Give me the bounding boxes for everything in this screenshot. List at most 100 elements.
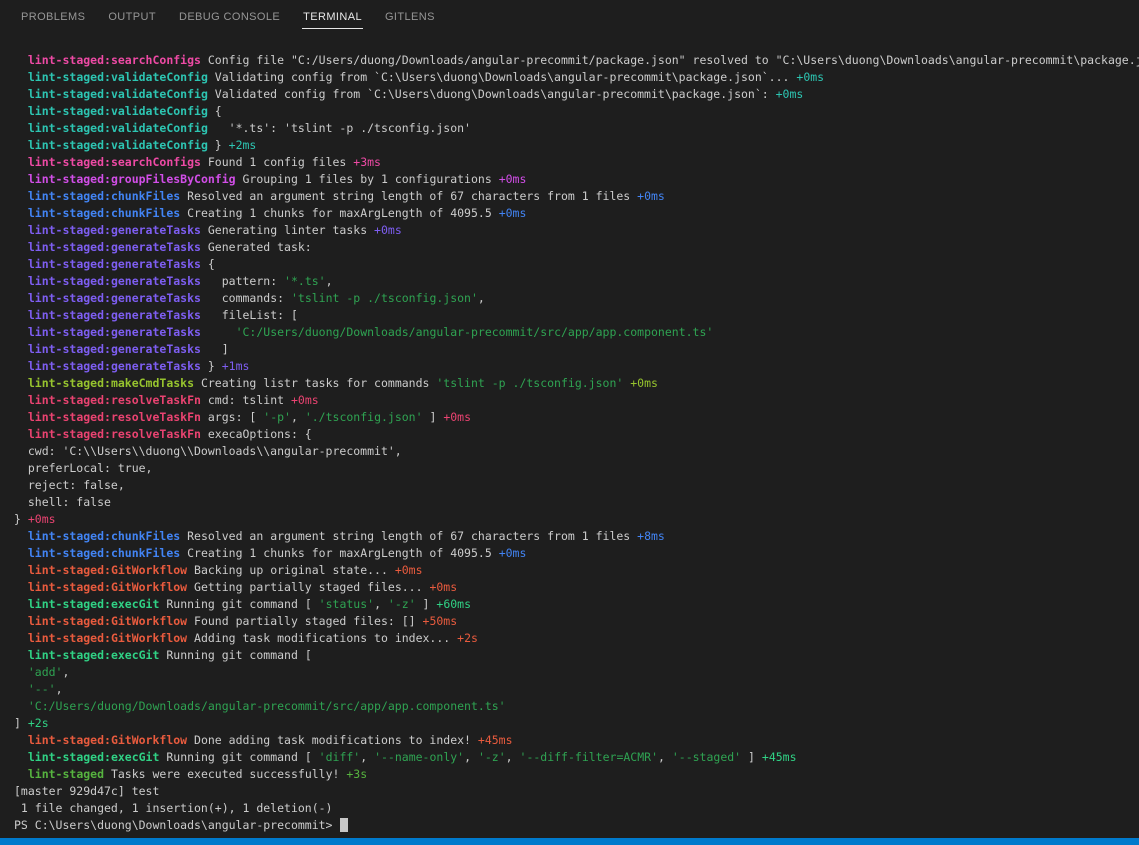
log-text: Validated config from `C:\Users\duong\Do…	[207, 87, 776, 101]
terminal-line: PS C:\Users\duong\Downloads\angular-prec…	[14, 817, 1139, 834]
log-label: lint-staged:execGit	[27, 597, 160, 611]
log-timing: +60ms	[436, 597, 472, 611]
log-label: lint-staged:generateTasks	[27, 240, 201, 254]
log-label: lint-staged:validateConfig	[27, 138, 208, 152]
log-text: Resolved an argument string length of 67…	[180, 529, 638, 543]
log-label: lint-staged:generateTasks	[27, 308, 201, 322]
terminal-line: lint-staged:generateTasks Generated task…	[14, 239, 1139, 256]
log-timing: +0ms	[290, 393, 319, 407]
log-label: lint-staged	[27, 767, 105, 781]
log-label: lint-staged:validateConfig	[27, 121, 208, 135]
log-text: Found partially staged files: []	[187, 614, 423, 628]
log-label: lint-staged:GitWorkflow	[27, 580, 188, 594]
terminal-line: lint-staged Tasks were executed successf…	[14, 766, 1139, 783]
tab-gitlens[interactable]: GITLENS	[384, 7, 436, 29]
log-text: [master 929d47c] test	[14, 784, 160, 798]
log-timing: +3ms	[353, 155, 381, 169]
terminal-line: lint-staged:execGit Running git command …	[14, 647, 1139, 664]
log-label: lint-staged:chunkFiles	[27, 206, 181, 220]
log-timing: +8ms	[637, 529, 665, 543]
terminal-line: lint-staged:generateTasks fileList: [	[14, 307, 1139, 324]
log-text: Creating 1 chunks for maxArgLength of 40…	[180, 206, 499, 220]
log-string: 'diff'	[318, 750, 361, 764]
log-text: Grouping 1 files by 1 configurations	[235, 172, 499, 186]
log-label: lint-staged:validateConfig	[27, 87, 208, 101]
log-label: lint-staged:generateTasks	[27, 342, 201, 356]
tab-terminal[interactable]: TERMINAL	[302, 7, 363, 29]
log-timing: +2s	[457, 631, 478, 645]
log-text: commands:	[200, 291, 291, 305]
tab-output[interactable]: OUTPUT	[107, 7, 157, 29]
tab-debug-console[interactable]: DEBUG CONSOLE	[178, 7, 281, 29]
terminal-line: shell: false	[14, 494, 1139, 511]
tab-problems[interactable]: PROBLEMS	[20, 7, 86, 29]
terminal-line: lint-staged:chunkFiles Resolved an argum…	[14, 528, 1139, 545]
log-label: lint-staged:searchConfigs	[27, 53, 201, 67]
terminal-line: lint-staged:searchConfigs Found 1 config…	[14, 154, 1139, 171]
terminal-line: lint-staged:GitWorkflow Adding task modi…	[14, 630, 1139, 647]
terminal-line: reject: false,	[14, 477, 1139, 494]
panel-tabbar: PROBLEMS OUTPUT DEBUG CONSOLE TERMINAL GITLE…	[0, 0, 1139, 36]
log-label: lint-staged:generateTasks	[27, 325, 201, 339]
log-timing: +0ms	[498, 546, 527, 560]
terminal-line: } +0ms	[14, 511, 1139, 528]
log-text: ,	[374, 597, 388, 611]
log-string: '*.ts'	[284, 274, 326, 288]
terminal-line: lint-staged:validateConfig {	[14, 103, 1139, 120]
log-text: ,	[658, 750, 672, 764]
log-text: Config file "C:/Users/duong/Downloads/an…	[200, 53, 1139, 67]
log-text: ,	[55, 682, 63, 696]
terminal-line: lint-staged:chunkFiles Resolved an argum…	[14, 188, 1139, 205]
log-text: }	[200, 359, 222, 373]
log-text: Done adding task modifications to index!	[187, 733, 478, 747]
terminal-cursor	[340, 818, 349, 832]
terminal-line: lint-staged:validateConfig Validating co…	[14, 69, 1139, 86]
log-text: shell: false	[14, 495, 111, 509]
log-text: ]	[14, 716, 28, 730]
log-label: lint-staged:generateTasks	[27, 257, 201, 271]
log-text: fileList: [	[200, 308, 298, 322]
terminal-line: lint-staged:generateTasks 'C:/Users/duon…	[14, 324, 1139, 341]
log-string: '--diff-filter=ACMR'	[519, 750, 658, 764]
log-text: '*.ts': 'tslint -p ./tsconfig.json'	[207, 121, 471, 135]
terminal-line: lint-staged:validateConfig Validated con…	[14, 86, 1139, 103]
log-timing: +45ms	[477, 733, 513, 747]
terminal-line: 1 file changed, 1 insertion(+), 1 deleti…	[14, 800, 1139, 817]
log-timing: +3s	[346, 767, 368, 781]
terminal-line: lint-staged:validateConfig } +2ms	[14, 137, 1139, 154]
log-string: 'status'	[318, 597, 375, 611]
log-text: Generating linter tasks	[200, 223, 375, 237]
log-label: lint-staged:generateTasks	[27, 223, 201, 237]
log-label: lint-staged:chunkFiles	[27, 189, 181, 203]
terminal-line: cwd: 'C:\\Users\\duong\\Downloads\\angul…	[14, 443, 1139, 460]
log-timing: +2s	[27, 716, 49, 730]
log-text: Creating listr tasks for commands	[194, 376, 437, 390]
terminal-viewport[interactable]: lint-staged:searchConfigs Config file "C…	[0, 36, 1139, 838]
log-text: pattern:	[200, 274, 285, 288]
log-text: ,	[290, 410, 305, 424]
terminal-line: lint-staged:generateTasks pattern: '*.ts…	[14, 273, 1139, 290]
log-text: Running git command [	[159, 597, 319, 611]
log-text: Adding task modifications to index...	[187, 631, 458, 645]
log-text: {	[207, 104, 222, 118]
log-timing: +0ms	[796, 70, 825, 84]
log-timing: +0ms	[443, 410, 472, 424]
prompt-text: PS C:\Users\duong\Downloads\angular-prec…	[14, 818, 340, 832]
log-string: 'C:/Users/duong/Downloads/angular-precom…	[27, 699, 506, 713]
